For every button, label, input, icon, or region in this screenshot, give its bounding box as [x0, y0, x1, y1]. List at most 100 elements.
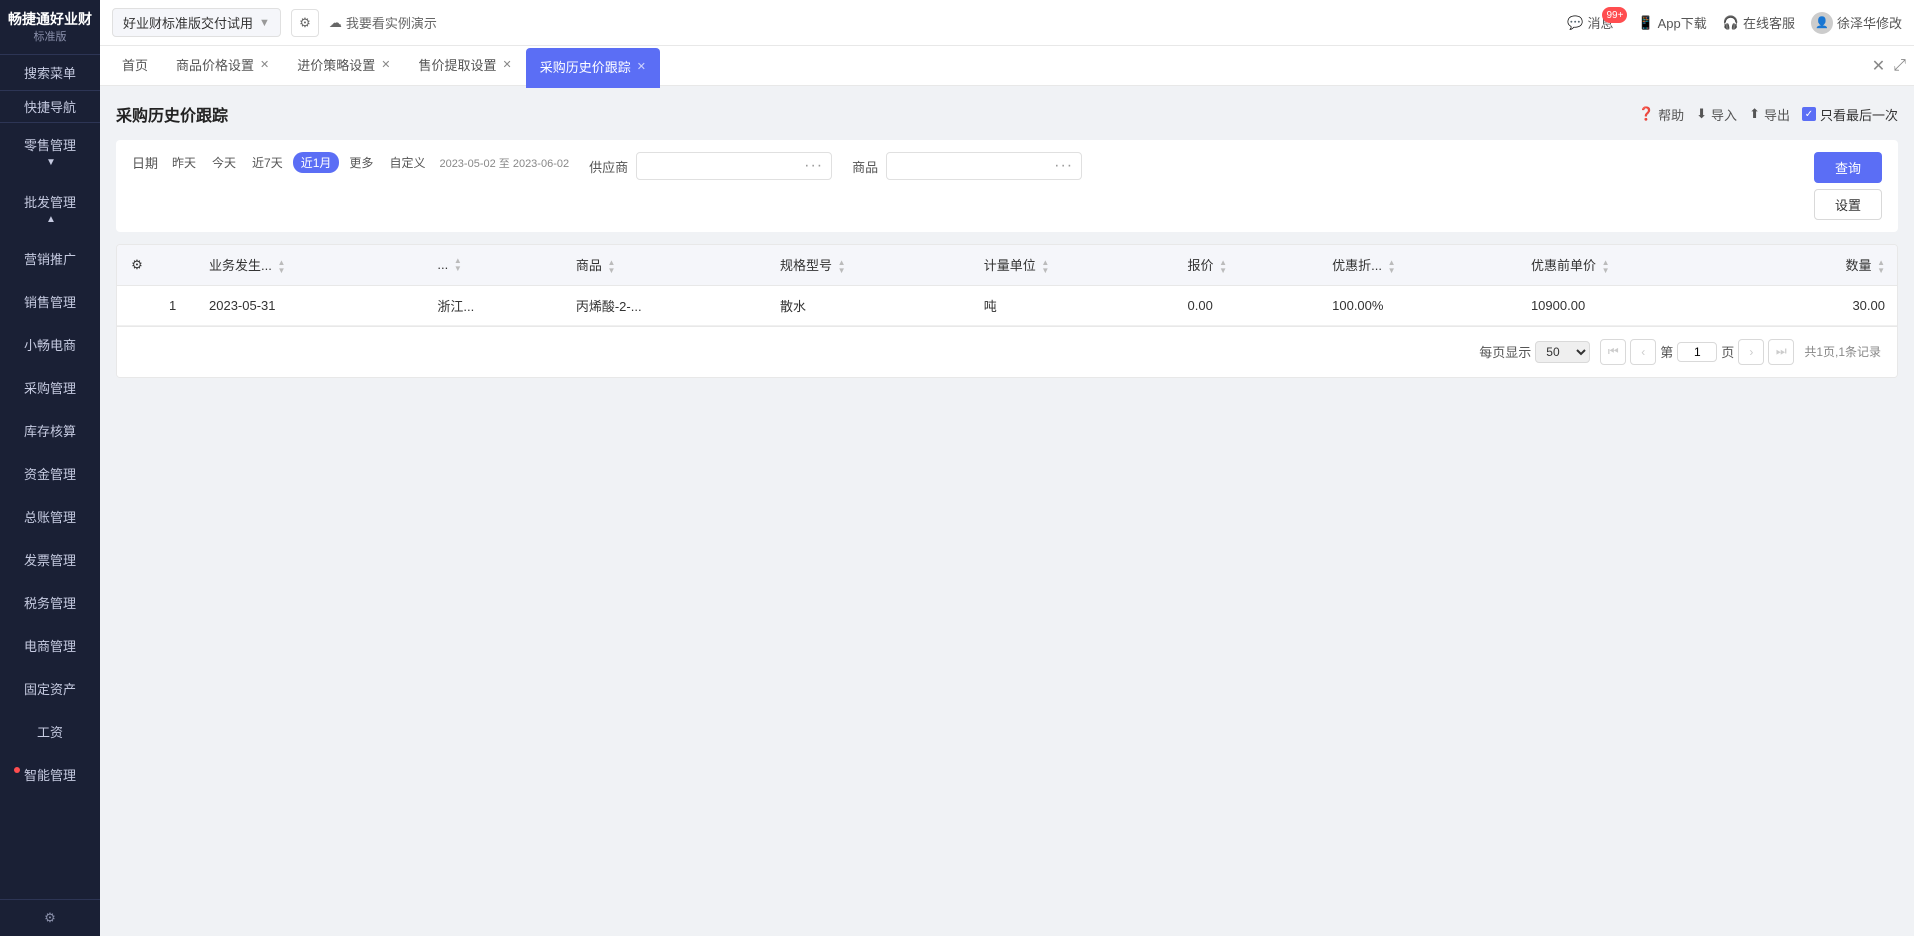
sidebar-item-invoice[interactable]: 发票管理: [0, 538, 100, 581]
help-button[interactable]: ❓ 帮助: [1638, 105, 1684, 124]
sidebar-item-purchase[interactable]: 采购管理: [0, 366, 100, 409]
sidebar-item-finance[interactable]: 资金管理: [0, 452, 100, 495]
sidebar-item-label: 电商管理: [24, 636, 76, 655]
sidebar-item-tax[interactable]: 税务管理: [0, 581, 100, 624]
sidebar-item-assets[interactable]: 固定资产: [0, 667, 100, 710]
app-download-button[interactable]: 📱 App下载: [1637, 13, 1706, 32]
tab-close-all-button[interactable]: ✕: [1872, 56, 1885, 76]
demo-link[interactable]: ☁ 我要看实例演示: [329, 13, 437, 32]
quick-nav[interactable]: 快捷导航: [0, 91, 100, 123]
row-unit-cell: 吨: [972, 285, 1176, 325]
col-header-biz-date[interactable]: 业务发生... ▲▼: [197, 245, 425, 285]
col-header-gear[interactable]: ⚙: [117, 245, 157, 285]
export-button[interactable]: ⬆ 导出: [1749, 105, 1790, 124]
quick-nav-label: 快捷导航: [24, 100, 76, 115]
sidebar-item-label: 发票管理: [24, 550, 76, 569]
page-first-button[interactable]: ⏮: [1600, 339, 1626, 365]
tab-goods-price-close[interactable]: ✕: [260, 58, 269, 71]
search-menu[interactable]: 搜索菜单: [0, 55, 100, 91]
page-last-button[interactable]: ⏭: [1768, 339, 1794, 365]
page-number-input[interactable]: [1677, 342, 1717, 362]
col-header-spec[interactable]: 规格型号 ▲▼: [768, 245, 972, 285]
col-header-unit[interactable]: 计量单位 ▲▼: [972, 245, 1176, 285]
only-last-checkbox-label[interactable]: ✓ 只看最后一次: [1802, 105, 1898, 124]
sidebar-item-smart[interactable]: 智能管理: [0, 753, 100, 796]
online-service-button[interactable]: 🎧 在线客服: [1723, 13, 1795, 32]
version-selector[interactable]: 好业财标准版交付试用 ▼: [112, 8, 281, 37]
sidebar-item-inventory[interactable]: 库存核算: [0, 409, 100, 452]
user-profile-button[interactable]: 👤 徐泽华修改: [1811, 12, 1902, 34]
col-discount-label: 优惠折...: [1332, 258, 1382, 273]
only-last-checkbox[interactable]: ✓: [1802, 107, 1816, 121]
sidebar-item-salary[interactable]: 工资: [0, 710, 100, 753]
col-header-quantity[interactable]: 数量 ▲▼: [1752, 245, 1897, 285]
sidebar-item-ecommerce-small[interactable]: 小畅电商: [0, 323, 100, 366]
tab-sale-price-close[interactable]: ✕: [503, 58, 512, 71]
supplier-input[interactable]: [645, 159, 800, 173]
col-header-goods[interactable]: 商品 ▲▼: [564, 245, 768, 285]
tab-maximize-button[interactable]: ⤢: [1893, 57, 1906, 75]
row-num-cell: 1: [157, 285, 197, 325]
col-header-num: [157, 245, 197, 285]
row-quantity: 30.00: [1852, 298, 1885, 313]
sidebar-item-sales[interactable]: 销售管理: [0, 280, 100, 323]
tab-purchase-history[interactable]: 采购历史价跟踪 ✕: [526, 48, 660, 88]
date-btn-more[interactable]: 更多: [343, 152, 379, 173]
date-btn-today[interactable]: 今天: [206, 152, 242, 173]
table-body: 1 2023-05-31 浙江... 丙烯酸-2-... 散水: [117, 285, 1897, 325]
pagination-area: 每页显示 10 20 50 100 ⏮ ‹ 第 页 › ⏭: [117, 326, 1897, 377]
date-filter-label: 日期: [132, 153, 158, 172]
col-quantity-label: 数量: [1845, 258, 1871, 273]
tab-purchase-history-close[interactable]: ✕: [637, 60, 646, 73]
col-header-discount[interactable]: 优惠折... ▲▼: [1320, 245, 1519, 285]
query-button[interactable]: 查询: [1814, 152, 1882, 183]
sidebar-item-ecommerce[interactable]: 电商管理: [0, 624, 100, 667]
tab-purchase-strategy-label: 进价策略设置: [297, 55, 375, 74]
page-prev-button[interactable]: ‹: [1630, 339, 1656, 365]
col-header-more[interactable]: ... ▲▼: [425, 245, 563, 285]
sort-icon: ▲▼: [454, 257, 462, 273]
per-page-label: 每页显示: [1479, 342, 1531, 361]
sort-icon: ▲▼: [277, 259, 285, 275]
sidebar-item-wholesale[interactable]: 批发管理 ▲: [0, 180, 100, 237]
headphone-icon: 🎧: [1723, 15, 1739, 31]
date-filter-buttons: 昨天 今天 近7天 近1月 更多 自定义: [166, 152, 431, 173]
col-pre-price-label: 优惠前单价: [1531, 258, 1596, 273]
row-quote-cell: 0.00: [1176, 285, 1321, 325]
supplier-dots-button[interactable]: ···: [804, 157, 823, 175]
sidebar-footer-settings[interactable]: ⚙: [0, 899, 100, 936]
date-filter-row: 日期 昨天 今天 近7天 近1月 更多 自定义 2023-05-02 至 202…: [132, 152, 569, 173]
only-last-label: 只看最后一次: [1820, 105, 1898, 124]
tab-goods-price[interactable]: 商品价格设置 ✕: [162, 46, 283, 86]
import-button[interactable]: ⬇ 导入: [1696, 105, 1737, 124]
tab-home[interactable]: 首页: [108, 46, 162, 86]
page-next-button[interactable]: ›: [1738, 339, 1764, 365]
sidebar-item-label: 营销推广: [24, 249, 76, 268]
date-btn-custom[interactable]: 自定义: [383, 152, 431, 173]
col-header-pre-price[interactable]: 优惠前单价 ▲▼: [1519, 245, 1752, 285]
sidebar-item-label: 采购管理: [24, 378, 76, 397]
page-title: 采购历史价跟踪: [116, 102, 228, 126]
goods-input[interactable]: [895, 159, 1050, 173]
date-btn-1month[interactable]: 近1月: [293, 152, 340, 173]
row-supplier: 浙江...: [437, 299, 474, 314]
col-header-quote[interactable]: 报价 ▲▼: [1176, 245, 1321, 285]
per-page-select[interactable]: 10 20 50 100: [1535, 341, 1590, 363]
sidebar-item-marketing[interactable]: 营销推广: [0, 237, 100, 280]
sidebar-item-ledger[interactable]: 总账管理: [0, 495, 100, 538]
date-btn-yesterday[interactable]: 昨天: [166, 152, 202, 173]
sidebar-item-label: 批发管理: [24, 192, 76, 211]
sidebar-item-retail[interactable]: 零售管理 ▼: [0, 123, 100, 180]
settings-button[interactable]: 设置: [1814, 189, 1882, 220]
gear-icon: ⚙: [131, 257, 143, 272]
page-label: 第: [1660, 342, 1673, 361]
tab-sale-price[interactable]: 售价提取设置 ✕: [404, 46, 525, 86]
goods-dots-button[interactable]: ···: [1054, 157, 1073, 175]
message-button[interactable]: 💬 消息 99+: [1559, 13, 1621, 32]
date-btn-7days[interactable]: 近7天: [246, 152, 289, 173]
tab-purchase-strategy-close[interactable]: ✕: [381, 58, 390, 71]
topbar-settings-button[interactable]: ⚙: [291, 9, 319, 37]
tab-purchase-history-label: 采购历史价跟踪: [540, 57, 631, 76]
col-quote-label: 报价: [1188, 258, 1214, 273]
tab-purchase-strategy[interactable]: 进价策略设置 ✕: [283, 46, 404, 86]
